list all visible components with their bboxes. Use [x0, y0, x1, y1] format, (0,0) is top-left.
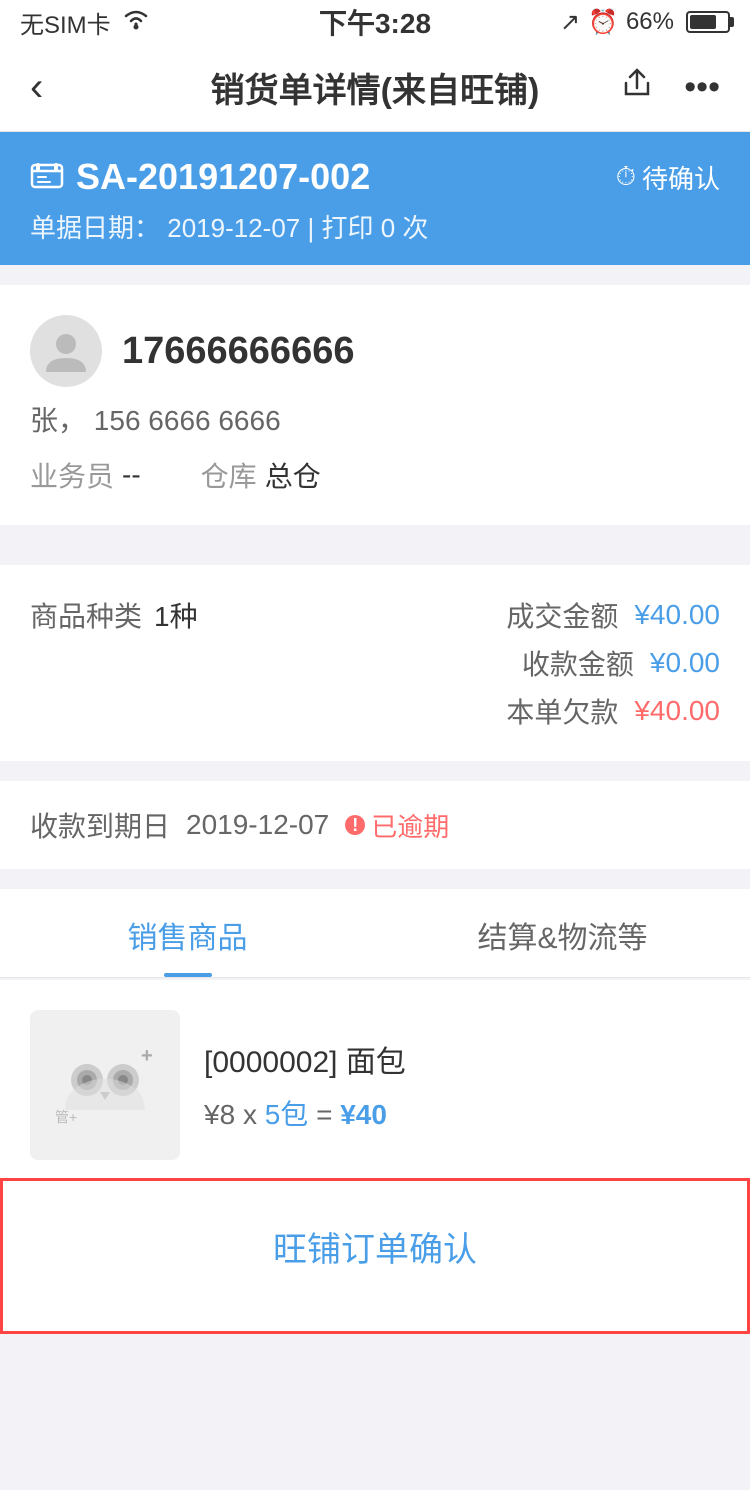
warehouse-label: 仓库 [201, 455, 257, 495]
product-info: [0000002] 面包 ¥8 x 5包 = ¥40 [204, 1037, 720, 1133]
tab-sales-products[interactable]: 销售商品 [0, 889, 375, 977]
order-status: ⏱ 待确认 [616, 159, 720, 196]
product-type-label: 商品种类 [30, 595, 142, 635]
owed-value: ¥40.00 [634, 695, 720, 727]
due-date-label: 收款到期日 [30, 805, 170, 845]
summary-right: 成交金额 ¥40.00 收款金额 ¥0.00 本单欠款 ¥40.00 [506, 595, 720, 731]
customer-meta: 业务员 -- 仓库 总仓 [30, 455, 720, 495]
status-clock-icon: ⏱ [616, 161, 636, 193]
carrier-label: 无SIM卡 [20, 5, 111, 40]
product-quantity: 5包 [265, 1099, 309, 1130]
owed-row: 本单欠款 ¥40.00 [506, 691, 720, 731]
received-value: ¥0.00 [650, 647, 720, 679]
received-label: 收款金额 [522, 643, 634, 683]
status-time: 下午3:28 [319, 2, 431, 42]
svg-text:管+: 管+ [55, 1109, 77, 1125]
transaction-value: ¥40.00 [634, 599, 720, 631]
transaction-row: 成交金额 ¥40.00 [506, 595, 720, 635]
more-button[interactable]: ••• [684, 68, 720, 107]
salesperson-label: 业务员 [30, 455, 114, 495]
confirm-btn-container: 旺铺订单确认 [0, 1178, 750, 1334]
battery-percent: 66% [626, 8, 674, 36]
customer-name: 张， 156 6666 6666 [30, 399, 720, 439]
received-row: 收款金额 ¥0.00 [522, 643, 720, 683]
battery-icon [686, 11, 730, 33]
order-id-row: SA-20191207-002 ⏱ 待确认 [30, 156, 720, 198]
back-button[interactable]: ‹ [20, 55, 53, 120]
salesperson-field: 业务员 -- [30, 455, 141, 495]
tabs-container: 销售商品 结算&物流等 [0, 889, 750, 978]
product-item: + 管+ [0000002] 面包 ¥8 x 5包 = ¥40 [0, 980, 750, 1190]
product-price-row: ¥8 x 5包 = ¥40 [204, 1093, 720, 1133]
warehouse-field: 仓库 总仓 [201, 455, 321, 495]
product-type-value: 1种 [154, 595, 198, 635]
nav-bar: ‹ 销货单详情(来自旺铺) ••• [0, 44, 750, 132]
due-date-value: 2019-12-07 [186, 809, 329, 841]
owed-label: 本单欠款 [506, 691, 618, 731]
customer-phone: 17666666666 [122, 330, 354, 373]
summary-left: 商品种类 1种 [30, 595, 198, 639]
status-right: ↗ ⏰ 66% [560, 8, 730, 37]
status-left: 无SIM卡 [20, 5, 151, 40]
share-icon[interactable] [620, 66, 654, 109]
wifi-icon [121, 8, 151, 37]
products-section: + 管+ [0000002] 面包 ¥8 x 5包 = ¥40 [0, 980, 750, 1190]
summary-section: 商品种类 1种 成交金额 ¥40.00 收款金额 ¥0.00 本单欠款 ¥40.… [0, 565, 750, 761]
customer-top: 17666666666 [30, 315, 720, 387]
location-icon: ↗ [560, 8, 580, 37]
status-bar: 无SIM卡 下午3:28 ↗ ⏰ 66% [0, 0, 750, 44]
customer-section: 17666666666 张， 156 6666 6666 业务员 -- 仓库 总… [0, 285, 750, 525]
order-header: SA-20191207-002 ⏱ 待确认 单据日期： 2019-12-07 |… [0, 132, 750, 265]
order-date-row: 单据日期： 2019-12-07 | 打印 0 次 [30, 208, 720, 245]
product-name: [0000002] 面包 [204, 1037, 720, 1081]
alarm-icon: ⏰ [588, 8, 618, 37]
product-total: ¥40 [340, 1099, 387, 1130]
salesperson-value: -- [122, 459, 141, 491]
overdue-icon: ! [345, 815, 365, 835]
order-id: SA-20191207-002 [30, 156, 370, 198]
avatar [30, 315, 102, 387]
svg-text:+: + [141, 1045, 153, 1067]
transaction-label: 成交金额 [506, 595, 618, 635]
product-thumbnail: + 管+ [30, 1010, 180, 1160]
divider-1 [0, 525, 750, 545]
confirm-order-button[interactable]: 旺铺订单确认 [43, 1201, 707, 1291]
overdue-text: 已逾期 [371, 807, 449, 844]
due-section: 收款到期日 2019-12-07 ! 已逾期 [0, 781, 750, 869]
page-title: 销货单详情(来自旺铺) [211, 63, 540, 112]
tab-settlement-logistics[interactable]: 结算&物流等 [375, 889, 750, 977]
order-id-icon [30, 156, 64, 198]
overdue-badge: ! 已逾期 [345, 807, 449, 844]
warehouse-value: 总仓 [265, 455, 321, 495]
nav-actions: ••• [620, 66, 720, 109]
tab-underline [164, 973, 212, 977]
